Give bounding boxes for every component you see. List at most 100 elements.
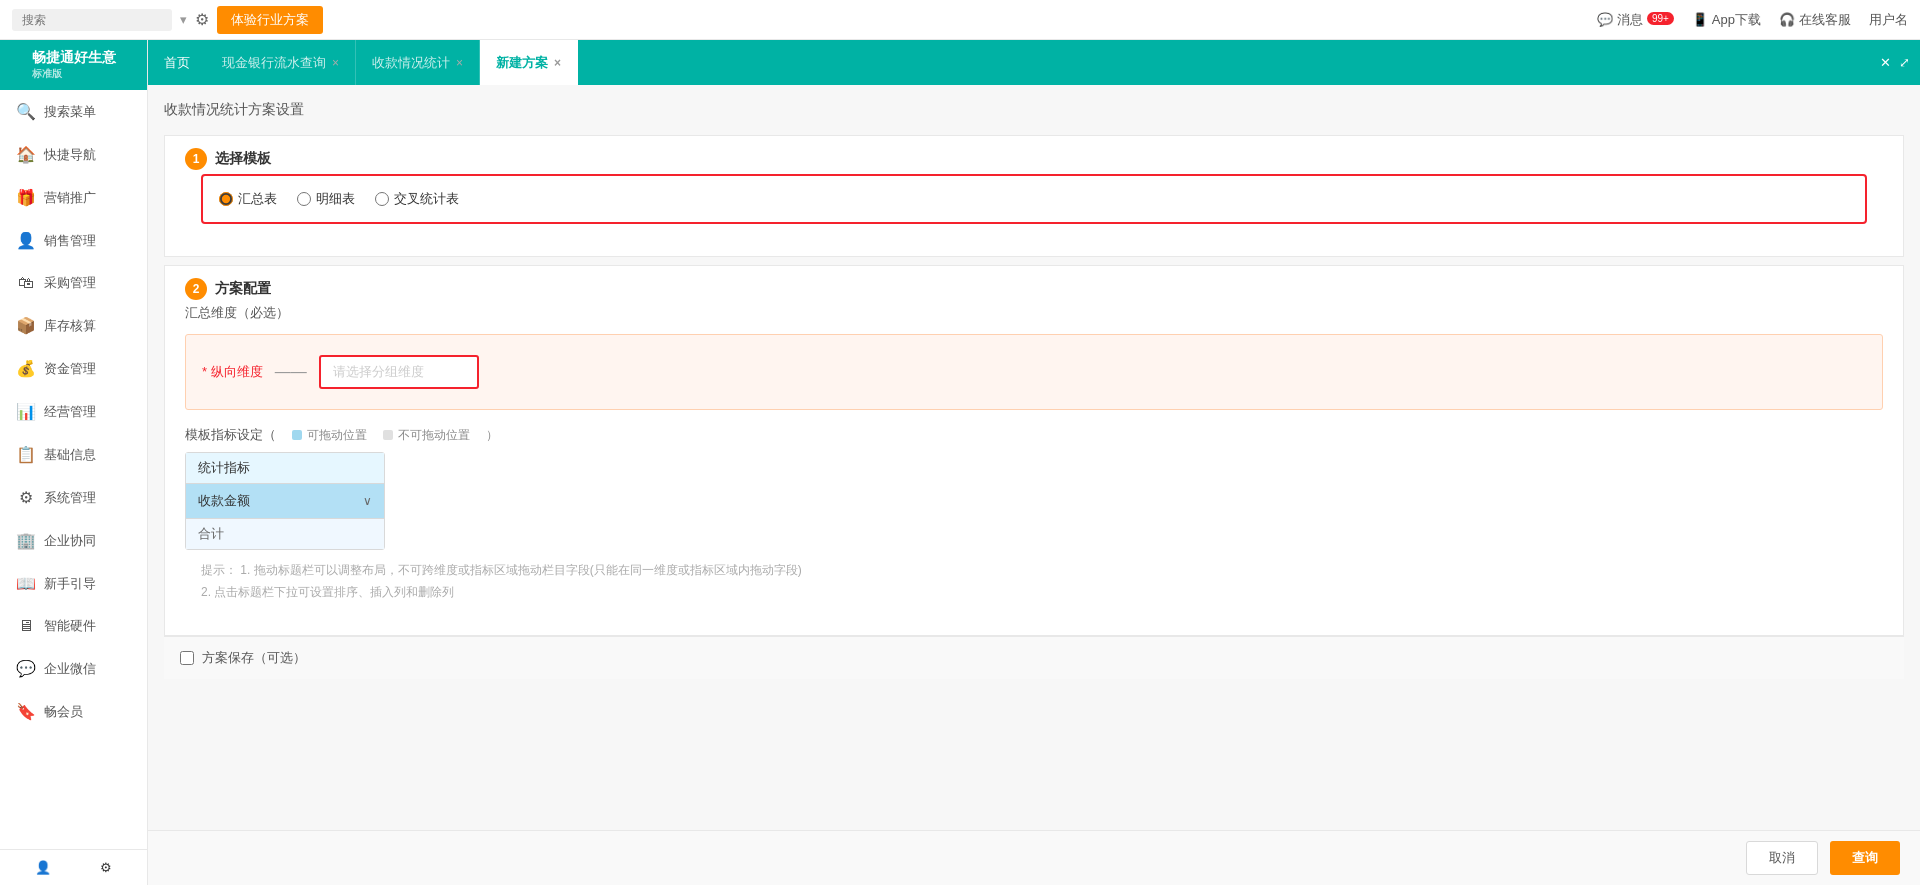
query-button[interactable]: 查询 <box>1830 841 1900 875</box>
step2-block: 2 方案配置 汇总维度（必选） * 纵向维度 —— 请选择分组维度 模板指标设定… <box>164 265 1904 636</box>
sidebar-label-hardware: 智能硬件 <box>44 617 96 635</box>
legend-draggable-label: 可拖动位置 <box>307 427 367 444</box>
sidebar-item-basic[interactable]: 📋 基础信息 <box>0 433 147 476</box>
radio-detail-input[interactable] <box>297 192 311 206</box>
tab-bank[interactable]: 现金银行流水查询 × <box>206 40 356 85</box>
metrics-table-footer: 合计 <box>186 518 384 549</box>
metrics-cell-dropdown-icon[interactable]: ∨ <box>363 494 372 508</box>
chart-icon: 📊 <box>16 402 36 421</box>
home-icon: 🏠 <box>16 145 36 164</box>
radio-summary-label: 汇总表 <box>238 190 277 208</box>
sidebar-item-finance[interactable]: 💰 资金管理 <box>0 347 147 390</box>
page-title: 收款情况统计方案设置 <box>164 101 1904 119</box>
sidebar-item-operation[interactable]: 📊 经营管理 <box>0 390 147 433</box>
radio-detail-label: 明细表 <box>316 190 355 208</box>
tab-bar: 首页 现金银行流水查询 × 收款情况统计 × 新建方案 × ✕ ⤢ <box>148 40 1920 85</box>
sidebar: 畅捷通好生意 标准版 🔍 搜索菜单 🏠 快捷导航 🎁 营销推广 👤 销售管理 🛍… <box>0 40 148 885</box>
company-icon: 🏢 <box>16 531 36 550</box>
message-item[interactable]: 💬 消息 99+ <box>1597 11 1674 29</box>
sidebar-item-marketing[interactable]: 🎁 营销推广 <box>0 176 147 219</box>
top-bar-left: ▾ ⚙ 体验行业方案 <box>12 6 323 34</box>
metrics-table-cell[interactable]: 收款金额 ∨ <box>186 484 384 518</box>
sidebar-item-hardware[interactable]: 🖥 智能硬件 <box>0 605 147 647</box>
legend-draggable-dot <box>292 430 302 440</box>
top-bar-right: 💬 消息 99+ 📱 App下载 🎧 在线客服 用户名 <box>1597 11 1908 29</box>
dropdown-icon[interactable]: ▾ <box>180 12 187 27</box>
tab-maximize-icon[interactable]: ⤢ <box>1899 55 1910 70</box>
tab-stats[interactable]: 收款情况统计 × <box>356 40 480 85</box>
step2-header: 2 方案配置 <box>165 266 1903 304</box>
save-label: 方案保存（可选） <box>202 649 306 667</box>
user-name[interactable]: 用户名 <box>1869 11 1908 29</box>
sidebar-label-purchase: 采购管理 <box>44 274 96 292</box>
member-icon: 🔖 <box>16 702 36 721</box>
download-icon: 📱 <box>1692 12 1708 27</box>
radio-detail[interactable]: 明细表 <box>297 190 355 208</box>
search-icon: 🔍 <box>16 102 36 121</box>
tab-close-window-icon[interactable]: ✕ <box>1880 55 1891 70</box>
gear-icon[interactable]: ⚙ <box>195 10 209 29</box>
legend-nondraggable-dot <box>383 430 393 440</box>
logo-text: 畅捷通好生意 <box>32 49 116 67</box>
page-content: 收款情况统计方案设置 1 选择模板 汇总表 <box>148 85 1920 830</box>
sidebar-item-inventory[interactable]: 📦 库存核算 <box>0 304 147 347</box>
message-label: 消息 <box>1617 11 1643 29</box>
tab-bank-label: 现金银行流水查询 <box>222 54 326 72</box>
sidebar-label-sales: 销售管理 <box>44 232 96 250</box>
service-item[interactable]: 🎧 在线客服 <box>1779 11 1851 29</box>
legend-nondraggable-item: 不可拖动位置 <box>383 427 470 444</box>
sidebar-item-member[interactable]: 🔖 畅会员 <box>0 690 147 733</box>
main-layout: 畅捷通好生意 标准版 🔍 搜索菜单 🏠 快捷导航 🎁 营销推广 👤 销售管理 🛍… <box>0 40 1920 885</box>
sidebar-label-member: 畅会员 <box>44 703 83 721</box>
metrics-title: 模板指标设定（ <box>185 426 276 444</box>
metrics-legend: 可拖动位置 不可拖动位置 ） <box>292 427 498 444</box>
bag-icon: 🛍 <box>16 274 36 292</box>
sidebar-item-wechat[interactable]: 💬 企业微信 <box>0 647 147 690</box>
message-badge: 99+ <box>1647 12 1674 25</box>
download-item[interactable]: 📱 App下载 <box>1692 11 1761 29</box>
user-icon: 👤 <box>16 231 36 250</box>
cancel-button[interactable]: 取消 <box>1746 841 1818 875</box>
sidebar-bottom-icon2[interactable]: ⚙ <box>100 860 112 875</box>
sidebar-bottom-icon1[interactable]: 👤 <box>35 860 51 875</box>
tab-home[interactable]: 首页 <box>148 40 206 85</box>
trial-btn[interactable]: 体验行业方案 <box>217 6 323 34</box>
system-gear-icon: ⚙ <box>16 488 36 507</box>
sidebar-item-quick-nav[interactable]: 🏠 快捷导航 <box>0 133 147 176</box>
save-checkbox[interactable] <box>180 651 194 665</box>
search-input[interactable] <box>12 9 172 31</box>
radio-summary-input[interactable] <box>219 192 233 206</box>
radio-summary[interactable]: 汇总表 <box>219 190 277 208</box>
tab-new-plan[interactable]: 新建方案 × <box>480 40 578 85</box>
tips-section: 提示： 1. 拖动标题栏可以调整布局，不可跨维度或指标区域拖动栏目字段(只能在同… <box>185 550 1883 619</box>
tip-item-2: 2. 点击标题栏下拉可设置排序、插入列和删除列 <box>201 582 1867 604</box>
sidebar-item-company[interactable]: 🏢 企业协同 <box>0 519 147 562</box>
sidebar-label-quick-nav: 快捷导航 <box>44 146 96 164</box>
action-bar: 取消 查询 <box>148 830 1920 885</box>
content-area: 首页 现金银行流水查询 × 收款情况统计 × 新建方案 × ✕ ⤢ 收款情况统计… <box>148 40 1920 885</box>
step1-content: 汇总表 明细表 交叉统计表 <box>165 174 1903 256</box>
radio-cross[interactable]: 交叉统计表 <box>375 190 459 208</box>
guide-icon: 📖 <box>16 574 36 593</box>
sidebar-item-search[interactable]: 🔍 搜索菜单 <box>0 90 147 133</box>
hardware-icon: 🖥 <box>16 617 36 635</box>
box-icon: 📦 <box>16 316 36 335</box>
money-icon: 💰 <box>16 359 36 378</box>
dimension-arrow: —— <box>275 363 307 381</box>
sidebar-label-marketing: 营销推广 <box>44 189 96 207</box>
dimension-select[interactable]: 请选择分组维度 <box>319 355 479 389</box>
sidebar-item-purchase[interactable]: 🛍 采购管理 <box>0 262 147 304</box>
sidebar-label-operation: 经营管理 <box>44 403 96 421</box>
top-bar: ▾ ⚙ 体验行业方案 💬 消息 99+ 📱 App下载 🎧 在线客服 用户名 <box>0 0 1920 40</box>
radio-cross-input[interactable] <box>375 192 389 206</box>
tab-new-plan-close[interactable]: × <box>554 56 561 70</box>
tab-new-plan-label: 新建方案 <box>496 54 548 72</box>
tab-bank-close[interactable]: × <box>332 56 339 70</box>
sidebar-item-sales[interactable]: 👤 销售管理 <box>0 219 147 262</box>
sidebar-item-guide[interactable]: 📖 新手引导 <box>0 562 147 605</box>
dimension-area: * 纵向维度 —— 请选择分组维度 <box>185 334 1883 410</box>
tab-stats-close[interactable]: × <box>456 56 463 70</box>
sidebar-item-system[interactable]: ⚙ 系统管理 <box>0 476 147 519</box>
logo-sub: 标准版 <box>32 67 116 81</box>
step1-header: 1 选择模板 <box>165 136 1903 174</box>
